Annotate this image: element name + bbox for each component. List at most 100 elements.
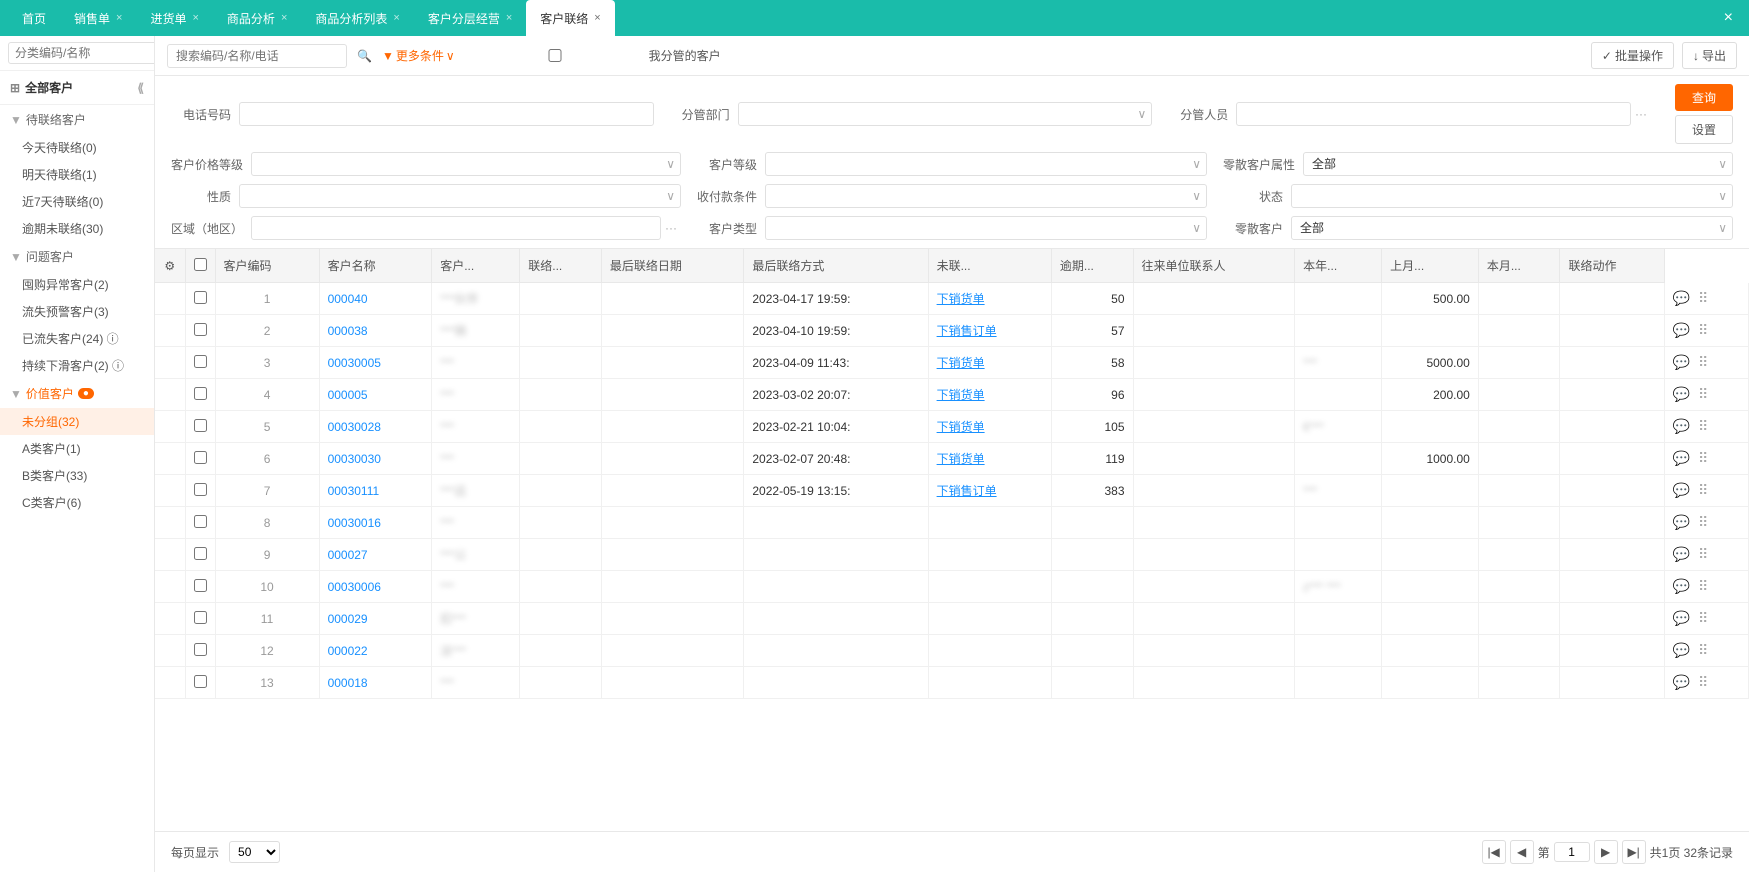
my-customers-checkbox[interactable] <box>465 49 645 62</box>
close-icon[interactable]: × <box>116 12 122 24</box>
region-input[interactable] <box>251 216 661 240</box>
sidebar-item-abnormal[interactable]: 囤购异常客户(2) <box>0 271 154 298</box>
nav-tab-sales[interactable]: 销售单 × <box>60 0 136 36</box>
dept-select[interactable] <box>738 102 1153 126</box>
customer-code[interactable]: 00030016 <box>319 507 432 539</box>
sidebar-item-unclassified[interactable]: 未分组(32) <box>0 408 154 435</box>
customer-code[interactable]: 00030028 <box>319 411 432 443</box>
sidebar-item-churn-warning[interactable]: 流失预警客户(3) <box>0 298 154 325</box>
row-checkbox[interactable] <box>194 419 207 432</box>
customer-code[interactable]: 000040 <box>319 283 432 315</box>
customer-code[interactable]: 000029 <box>319 603 432 635</box>
retail-attr-select[interactable]: 全部 <box>1303 152 1733 176</box>
last-contact-method[interactable]: 下销售订单 <box>928 315 1051 347</box>
chat-icon[interactable]: 💬 <box>1673 482 1690 499</box>
sidebar-item-overdue[interactable]: 逾期未联络(30) <box>0 215 154 242</box>
sidebar-item-declining[interactable]: 持续下滑客户(2) ⓘ <box>0 352 154 379</box>
menu-icon[interactable]: ⠿ <box>1698 450 1708 467</box>
row-checkbox[interactable] <box>194 291 207 304</box>
row-checkbox-cell[interactable] <box>185 283 215 315</box>
customer-code[interactable]: 000038 <box>319 315 432 347</box>
sidebar-item-today[interactable]: 今天待联络(0) <box>0 134 154 161</box>
last-contact-method[interactable]: 下销货单 <box>928 347 1051 379</box>
menu-icon[interactable]: ⠿ <box>1698 610 1708 627</box>
sidebar-item-7days[interactable]: 近7天待联络(0) <box>0 188 154 215</box>
more-conditions-button[interactable]: ▼ 更多条件 ∨ <box>382 47 455 64</box>
menu-icon[interactable]: ⠿ <box>1698 482 1708 499</box>
customer-code[interactable]: 000005 <box>319 379 432 411</box>
chat-icon[interactable]: 💬 <box>1673 642 1690 659</box>
more-dots-icon[interactable]: ··· <box>1631 107 1651 121</box>
last-contact-method[interactable] <box>928 539 1051 571</box>
row-checkbox[interactable] <box>194 483 207 496</box>
reset-button[interactable]: 设置 <box>1675 115 1733 144</box>
chat-icon[interactable]: 💬 <box>1673 290 1690 307</box>
batch-operation-button[interactable]: ✓ 批量操作 <box>1591 42 1674 69</box>
menu-icon[interactable]: ⠿ <box>1698 418 1708 435</box>
sidebar-item-class-c[interactable]: C类客户(6) <box>0 489 154 516</box>
customer-code[interactable]: 00030030 <box>319 443 432 475</box>
chat-icon[interactable]: 💬 <box>1673 514 1690 531</box>
row-checkbox[interactable] <box>194 675 207 688</box>
nav-home[interactable]: 首页 <box>8 0 60 36</box>
customer-code[interactable]: 00030006 <box>319 571 432 603</box>
row-checkbox-cell[interactable] <box>185 411 215 443</box>
per-page-select[interactable]: 50 20 100 <box>229 841 280 863</box>
menu-icon[interactable]: ⠿ <box>1698 386 1708 403</box>
chat-icon[interactable]: 💬 <box>1673 450 1690 467</box>
last-contact-method[interactable]: 下销货单 <box>928 283 1051 315</box>
last-contact-method[interactable] <box>928 571 1051 603</box>
sidebar-section-value[interactable]: ▼ 价值客户 ● <box>0 379 154 408</box>
row-checkbox[interactable] <box>194 323 207 336</box>
row-checkbox[interactable] <box>194 579 207 592</box>
menu-icon[interactable]: ⠿ <box>1698 642 1708 659</box>
row-checkbox[interactable] <box>194 547 207 560</box>
row-checkbox-cell[interactable] <box>185 347 215 379</box>
retail-customer-select[interactable]: 全部 <box>1291 216 1733 240</box>
row-checkbox[interactable] <box>194 387 207 400</box>
menu-icon[interactable]: ⠿ <box>1698 322 1708 339</box>
row-checkbox-cell[interactable] <box>185 475 215 507</box>
next-page-button[interactable]: ▶ <box>1594 840 1618 864</box>
row-checkbox-cell[interactable] <box>185 443 215 475</box>
last-contact-method[interactable]: 下销货单 <box>928 411 1051 443</box>
manager-input[interactable] <box>1236 102 1631 126</box>
category-search-input[interactable] <box>8 42 155 64</box>
customer-code[interactable]: 00030111 <box>319 475 432 507</box>
nav-tab-analysis[interactable]: 商品分析 × <box>213 0 301 36</box>
sidebar-item-tomorrow[interactable]: 明天待联络(1) <box>0 161 154 188</box>
last-contact-method[interactable] <box>928 507 1051 539</box>
last-contact-method[interactable] <box>928 667 1051 699</box>
customer-code[interactable]: 000018 <box>319 667 432 699</box>
sidebar-item-class-b[interactable]: B类客户(33) <box>0 462 154 489</box>
row-checkbox-cell[interactable] <box>185 315 215 347</box>
customer-code[interactable]: 000027 <box>319 539 432 571</box>
row-checkbox[interactable] <box>194 643 207 656</box>
last-contact-method[interactable]: 下销货单 <box>928 443 1051 475</box>
chat-icon[interactable]: 💬 <box>1673 546 1690 563</box>
phone-input[interactable] <box>239 102 654 126</box>
last-contact-method[interactable] <box>928 603 1051 635</box>
menu-icon[interactable]: ⠿ <box>1698 514 1708 531</box>
page-number-input[interactable] <box>1554 842 1590 862</box>
prev-page-button[interactable]: ◀ <box>1510 840 1534 864</box>
sidebar-all-customers[interactable]: ⊞ 全部客户 ⟪ <box>0 71 154 105</box>
row-checkbox-cell[interactable] <box>185 379 215 411</box>
row-checkbox-cell[interactable] <box>185 603 215 635</box>
settings-col-header[interactable]: ⚙ <box>155 249 185 283</box>
customer-code[interactable]: 000022 <box>319 635 432 667</box>
menu-icon[interactable]: ⠿ <box>1698 546 1708 563</box>
window-close-button[interactable]: × <box>1716 9 1741 27</box>
last-page-button[interactable]: ▶| <box>1622 840 1646 864</box>
menu-icon[interactable]: ⠿ <box>1698 674 1708 691</box>
chat-icon[interactable]: 💬 <box>1673 354 1690 371</box>
payment-select[interactable] <box>765 184 1207 208</box>
nav-tab-customer-contact[interactable]: 客户联络 × <box>526 0 614 36</box>
row-checkbox[interactable] <box>194 451 207 464</box>
close-icon[interactable]: × <box>281 12 287 24</box>
last-contact-method[interactable] <box>928 635 1051 667</box>
last-contact-method[interactable]: 下销货单 <box>928 379 1051 411</box>
sidebar-item-churned[interactable]: 已流失客户(24) ⓘ <box>0 325 154 352</box>
chat-icon[interactable]: 💬 <box>1673 610 1690 627</box>
price-level-select[interactable] <box>251 152 681 176</box>
